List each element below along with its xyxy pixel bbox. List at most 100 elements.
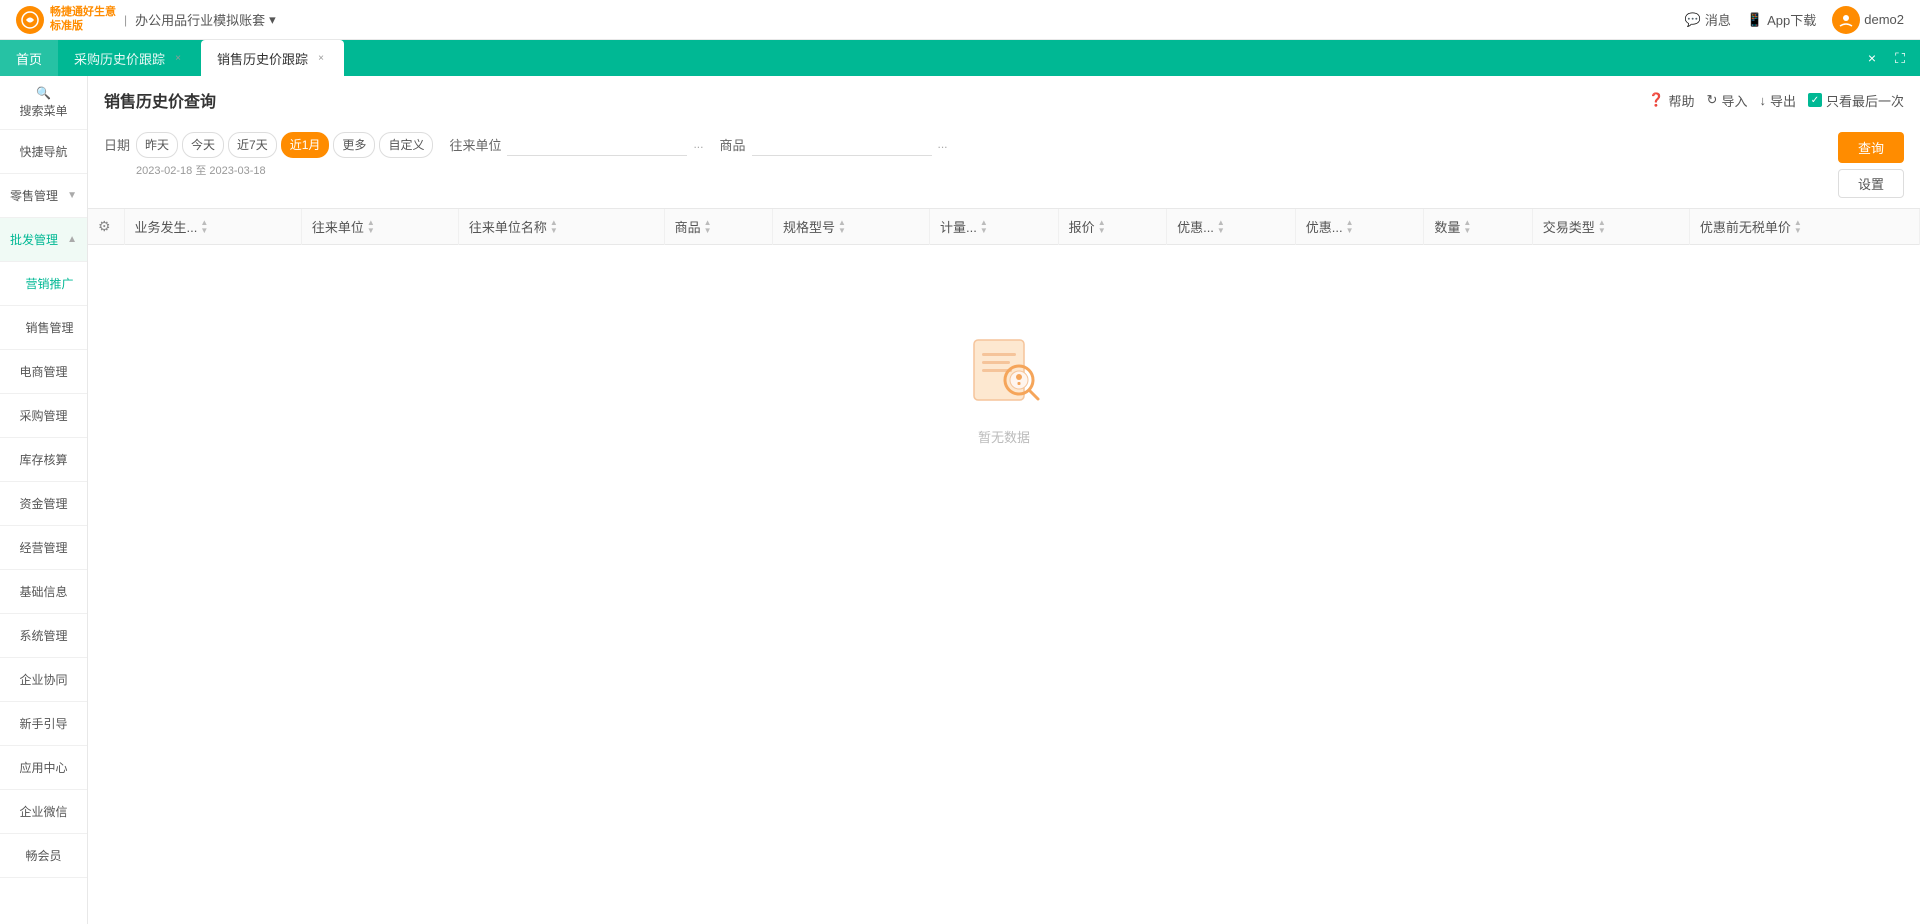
date-range-text: 2023-02-18 至 2023-03-18	[136, 162, 433, 178]
date-filter-group: 日期 昨天 今天 近7天 近1月 更多 自定义 2023-02-18 至 202…	[104, 132, 433, 178]
date-btn-7days[interactable]: 近7天	[228, 132, 277, 158]
sidebar-item-guide[interactable]: 新手引导	[0, 702, 87, 746]
top-header: 畅捷通好生意 标准版 | 办公用品行业模拟账套 ▾ 💬 消息 📱 App下载 d…	[0, 0, 1920, 40]
empty-state: 暂无数据	[88, 245, 1920, 526]
logo-area: 畅捷通好生意 标准版	[16, 6, 116, 34]
close-all-tabs-button[interactable]: ×	[1860, 46, 1884, 70]
date-btn-1month[interactable]: 近1月	[281, 132, 330, 158]
content-area: 销售历史价查询 ❓ 帮助 ↻ 导入 ↓ 导出 ✓	[88, 76, 1920, 924]
tab-home[interactable]: 首页	[0, 40, 58, 76]
empty-state-icon	[954, 325, 1054, 415]
sidebar: 🔍 搜索菜单 快捷导航 零售管理 ▼ 批发管理 ▲ 营销推广 销售管理 电商管理…	[0, 76, 88, 924]
only-last-checkbox[interactable]: ✓ 只看最后一次	[1808, 91, 1904, 110]
page-header: 销售历史价查询 ❓ 帮助 ↻ 导入 ↓ 导出 ✓	[88, 76, 1920, 209]
date-btn-today[interactable]: 今天	[182, 132, 224, 158]
main-layout: 🔍 搜索菜单 快捷导航 零售管理 ▼ 批发管理 ▲ 营销推广 销售管理 电商管理…	[0, 76, 1920, 924]
settings-button[interactable]: 设置	[1838, 169, 1904, 198]
col-biz-date[interactable]: 业务发生... ▲▼	[124, 209, 301, 245]
partner-filter-label: 往来单位	[449, 132, 501, 160]
product-input-group: ...	[752, 132, 948, 156]
import-action[interactable]: ↻ 导入	[1707, 91, 1748, 110]
date-btn-custom[interactable]: 自定义	[379, 132, 433, 158]
sidebar-item-operations[interactable]: 经营管理	[0, 526, 87, 570]
col-partner-code[interactable]: 往来单位 ▲▼	[301, 209, 458, 245]
maximize-button[interactable]: ⛶	[1888, 46, 1912, 70]
col-partner-name[interactable]: 往来单位名称 ▲▼	[458, 209, 664, 245]
sidebar-item-purchase[interactable]: 采购管理	[0, 394, 87, 438]
sort-arrows-biz-date: ▲▼	[200, 219, 208, 235]
partner-dots[interactable]: ...	[693, 137, 703, 151]
query-button[interactable]: 查询	[1838, 132, 1904, 163]
sidebar-item-inventory[interactable]: 库存核算	[0, 438, 87, 482]
sidebar-item-enterprise[interactable]: 企业协同	[0, 658, 87, 702]
sidebar-item-basic-info[interactable]: 基础信息	[0, 570, 87, 614]
sidebar-item-wechat[interactable]: 企业微信	[0, 790, 87, 834]
workspace-selector[interactable]: 办公用品行业模拟账套 ▾	[135, 10, 276, 29]
col-trade-type[interactable]: 交易类型 ▲▼	[1532, 209, 1689, 245]
sidebar-item-system[interactable]: 系统管理	[0, 614, 87, 658]
sort-arrows-quote: ▲▼	[1098, 219, 1106, 235]
partner-input-group: ...	[507, 132, 703, 156]
chevron-down-icon: ▼	[67, 190, 77, 201]
sidebar-item-search[interactable]: 🔍 搜索菜单	[0, 76, 87, 130]
sort-arrows-unit: ▲▼	[980, 219, 988, 235]
tab-sales-close-icon[interactable]: ×	[314, 51, 328, 65]
sort-arrows-partner-code: ▲▼	[367, 219, 375, 235]
col-discount2[interactable]: 优惠... ▲▼	[1295, 209, 1424, 245]
export-action[interactable]: ↓ 导出	[1759, 91, 1796, 110]
product-dots[interactable]: ...	[938, 137, 948, 151]
sidebar-item-marketing[interactable]: 营销推广	[0, 262, 87, 306]
workspace-name: 办公用品行业模拟账套	[135, 10, 265, 29]
gear-icon[interactable]: ⚙	[98, 218, 111, 234]
help-icon: ❓	[1648, 92, 1664, 108]
tab-purchase-close-icon[interactable]: ×	[171, 51, 185, 65]
import-label: 导入	[1721, 91, 1747, 110]
date-buttons: 昨天 今天 近7天 近1月 更多 自定义	[136, 132, 433, 158]
col-unit[interactable]: 计量... ▲▼	[930, 209, 1059, 245]
tab-sales-history[interactable]: 销售历史价跟踪 ×	[201, 40, 344, 76]
import-icon: ↻	[1707, 92, 1718, 108]
sidebar-item-ecommerce[interactable]: 电商管理	[0, 350, 87, 394]
sidebar-item-app-center[interactable]: 应用中心	[0, 746, 87, 790]
sidebar-item-finance[interactable]: 资金管理	[0, 482, 87, 526]
col-product[interactable]: 商品 ▲▼	[664, 209, 772, 245]
sidebar-item-member[interactable]: 畅会员	[0, 834, 87, 878]
phone-icon: 📱	[1747, 12, 1763, 28]
breadcrumb: |	[124, 13, 127, 27]
partner-input[interactable]	[507, 132, 687, 156]
table-header-row: ⚙ 业务发生... ▲▼ 往来单位 ▲▼	[88, 209, 1920, 245]
user-area[interactable]: demo2	[1832, 6, 1904, 34]
sidebar-item-sales-mgmt[interactable]: 销售管理	[0, 306, 87, 350]
page-title: 销售历史价查询	[104, 88, 216, 112]
sort-arrows-discount1: ▲▼	[1217, 219, 1225, 235]
sort-arrows-product: ▲▼	[704, 219, 712, 235]
date-filter-label: 日期	[104, 132, 130, 160]
avatar	[1832, 6, 1860, 34]
tab-sales-label: 销售历史价跟踪	[217, 49, 308, 68]
message-action[interactable]: 💬 消息	[1685, 10, 1731, 29]
product-filter-label: 商品	[719, 132, 745, 160]
date-options: 昨天 今天 近7天 近1月 更多 自定义 2023-02-18 至 2023-0…	[136, 132, 433, 178]
col-qty[interactable]: 数量 ▲▼	[1424, 209, 1532, 245]
message-label: 消息	[1705, 10, 1731, 29]
logo-icon	[16, 6, 44, 34]
tab-home-label: 首页	[16, 49, 42, 68]
sidebar-item-quick-nav[interactable]: 快捷导航	[0, 130, 87, 174]
col-no-tax-price[interactable]: 优惠前无税单价 ▲▼	[1689, 209, 1919, 245]
app-download-action[interactable]: 📱 App下载	[1747, 10, 1816, 29]
only-last-label: 只看最后一次	[1826, 91, 1904, 110]
tab-purchase-history[interactable]: 采购历史价跟踪 ×	[58, 40, 201, 76]
product-input[interactable]	[752, 132, 932, 156]
col-settings: ⚙	[88, 209, 124, 245]
sidebar-item-retail-mgmt[interactable]: 零售管理 ▼	[0, 174, 87, 218]
col-discount1[interactable]: 优惠... ▲▼	[1167, 209, 1296, 245]
tab-bar-actions: × ⛶	[1860, 40, 1920, 76]
logo-text: 畅捷通好生意 标准版	[50, 6, 116, 32]
chevron-up-icon: ▲	[67, 234, 77, 245]
sidebar-item-wholesale-mgmt[interactable]: 批发管理 ▲	[0, 218, 87, 262]
col-quote[interactable]: 报价 ▲▼	[1058, 209, 1166, 245]
date-btn-more[interactable]: 更多	[333, 132, 375, 158]
date-btn-yesterday[interactable]: 昨天	[136, 132, 178, 158]
col-spec[interactable]: 规格型号 ▲▼	[772, 209, 929, 245]
help-action[interactable]: ❓ 帮助	[1648, 91, 1694, 110]
